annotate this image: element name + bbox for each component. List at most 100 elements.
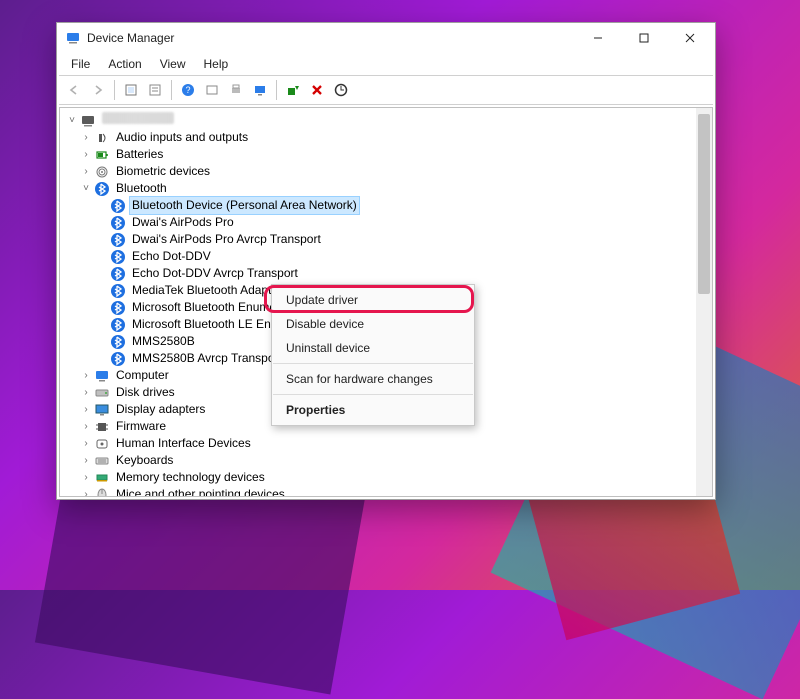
- bluetooth-icon: [110, 317, 126, 333]
- tree-item-label: Mice and other pointing devices: [114, 486, 287, 496]
- ctx-update-driver[interactable]: Update driver: [272, 288, 474, 312]
- tree-item-label: Dwai's AirPods Pro Avrcp Transport: [130, 231, 323, 248]
- expand-icon[interactable]: [96, 299, 108, 316]
- memory-icon: [94, 470, 110, 486]
- print-button[interactable]: [225, 79, 247, 101]
- expand-icon[interactable]: [96, 282, 108, 299]
- expand-icon[interactable]: ›: [80, 129, 92, 146]
- window-title: Device Manager: [87, 31, 174, 45]
- ctx-sep: [273, 394, 473, 395]
- bluetooth-icon: [94, 181, 110, 197]
- display-icon: [94, 402, 110, 418]
- tree-item-child[interactable]: Echo Dot-DDV Avrcp Transport: [66, 265, 706, 282]
- ctx-uninstall-device[interactable]: Uninstall device: [272, 336, 474, 360]
- speaker-icon: [94, 130, 110, 146]
- battery-icon: [94, 147, 110, 163]
- expand-icon[interactable]: ˅: [80, 180, 92, 197]
- fingerprint-icon: [94, 164, 110, 180]
- bluetooth-icon: [110, 283, 126, 299]
- expand-icon[interactable]: [96, 265, 108, 282]
- tree-item-child[interactable]: Dwai's AirPods Pro: [66, 214, 706, 231]
- expand-icon[interactable]: ›: [80, 469, 92, 486]
- refresh-button[interactable]: [201, 79, 223, 101]
- scan-hardware-button[interactable]: [330, 79, 352, 101]
- bluetooth-icon: [110, 198, 126, 214]
- bluetooth-icon: [110, 300, 126, 316]
- hid-icon: [94, 436, 110, 452]
- forward-button[interactable]: [87, 79, 109, 101]
- titlebar: Device Manager: [57, 23, 715, 53]
- expand-icon[interactable]: ›: [80, 146, 92, 163]
- tree-item-label: Bluetooth Device (Personal Area Network): [130, 197, 359, 214]
- tree-item-label: Firmware: [114, 418, 168, 435]
- tree-item-mice-and-other-pointing-devices[interactable]: › Mice and other pointing devices: [66, 486, 706, 496]
- expand-icon[interactable]: [96, 197, 108, 214]
- computer-icon: [94, 368, 110, 384]
- keyboard-icon: [94, 453, 110, 469]
- monitor-button[interactable]: [249, 79, 271, 101]
- show-hidden-button[interactable]: [120, 79, 142, 101]
- tree-item-human-interface-devices[interactable]: › Human Interface Devices: [66, 435, 706, 452]
- expand-icon[interactable]: ˅: [66, 112, 78, 129]
- tree-item-biometric-devices[interactable]: › Biometric devices: [66, 163, 706, 180]
- expand-icon[interactable]: [96, 231, 108, 248]
- expand-icon[interactable]: ›: [80, 486, 92, 496]
- context-menu: Update driver Disable device Uninstall d…: [271, 284, 475, 426]
- ctx-properties[interactable]: Properties: [272, 398, 474, 422]
- tree-item-batteries[interactable]: › Batteries: [66, 146, 706, 163]
- tree-item-memory-technology-devices[interactable]: › Memory technology devices: [66, 469, 706, 486]
- expand-icon[interactable]: [96, 316, 108, 333]
- tree-item-child[interactable]: Echo Dot-DDV: [66, 248, 706, 265]
- tree-item-child[interactable]: Dwai's AirPods Pro Avrcp Transport: [66, 231, 706, 248]
- tree-item-bluetooth[interactable]: ˅ Bluetooth: [66, 180, 706, 197]
- expand-icon[interactable]: [96, 350, 108, 367]
- bluetooth-icon: [110, 215, 126, 231]
- tree-item-audio-inputs-and-outputs[interactable]: › Audio inputs and outputs: [66, 129, 706, 146]
- vertical-scrollbar[interactable]: [696, 108, 712, 496]
- tree-item-label: Echo Dot-DDV: [130, 248, 213, 265]
- menu-file[interactable]: File: [63, 55, 98, 73]
- tree-root[interactable]: ˅: [66, 112, 706, 129]
- tree-item-label: MMS2580B Avrcp Transport: [130, 350, 284, 367]
- back-button[interactable]: [63, 79, 85, 101]
- menu-action[interactable]: Action: [100, 55, 149, 73]
- mouse-icon: [94, 487, 110, 497]
- tree-item-label: MediaTek Bluetooth Adapter: [130, 282, 284, 299]
- tree-item-child[interactable]: Bluetooth Device (Personal Area Network): [66, 197, 706, 214]
- chip-icon: [94, 419, 110, 435]
- tree-item-label: Dwai's AirPods Pro: [130, 214, 236, 231]
- expand-icon[interactable]: ›: [80, 367, 92, 384]
- disk-icon: [94, 385, 110, 401]
- expand-icon[interactable]: [96, 248, 108, 265]
- minimize-button[interactable]: [575, 23, 621, 53]
- uninstall-toolbar-button[interactable]: [306, 79, 328, 101]
- tree-item-label: Audio inputs and outputs: [114, 129, 250, 146]
- tree-item-label: Human Interface Devices: [114, 435, 253, 452]
- menu-view[interactable]: View: [152, 55, 194, 73]
- close-button[interactable]: [667, 23, 713, 53]
- expand-icon[interactable]: [96, 214, 108, 231]
- app-icon: [65, 30, 81, 46]
- scrollbar-thumb[interactable]: [698, 114, 710, 294]
- expand-icon[interactable]: [96, 333, 108, 350]
- help-button[interactable]: ?: [177, 79, 199, 101]
- expand-icon[interactable]: ›: [80, 452, 92, 469]
- expand-icon[interactable]: ›: [80, 401, 92, 418]
- ctx-disable-device[interactable]: Disable device: [272, 312, 474, 336]
- maximize-button[interactable]: [621, 23, 667, 53]
- bluetooth-icon: [110, 266, 126, 282]
- menu-help[interactable]: Help: [196, 55, 237, 73]
- bluetooth-icon: [110, 249, 126, 265]
- tree-item-label: Disk drives: [114, 384, 177, 401]
- ctx-scan-hardware[interactable]: Scan for hardware changes: [272, 367, 474, 391]
- tree-item-label: Computer: [114, 367, 171, 384]
- expand-icon[interactable]: ›: [80, 384, 92, 401]
- expand-icon[interactable]: ›: [80, 418, 92, 435]
- tree-item-label: Echo Dot-DDV Avrcp Transport: [130, 265, 300, 282]
- update-driver-toolbar-button[interactable]: [282, 79, 304, 101]
- expand-icon[interactable]: ›: [80, 163, 92, 180]
- computer-root-icon: [80, 113, 96, 129]
- expand-icon[interactable]: ›: [80, 435, 92, 452]
- properties-toolbar-button[interactable]: [144, 79, 166, 101]
- tree-item-keyboards[interactable]: › Keyboards: [66, 452, 706, 469]
